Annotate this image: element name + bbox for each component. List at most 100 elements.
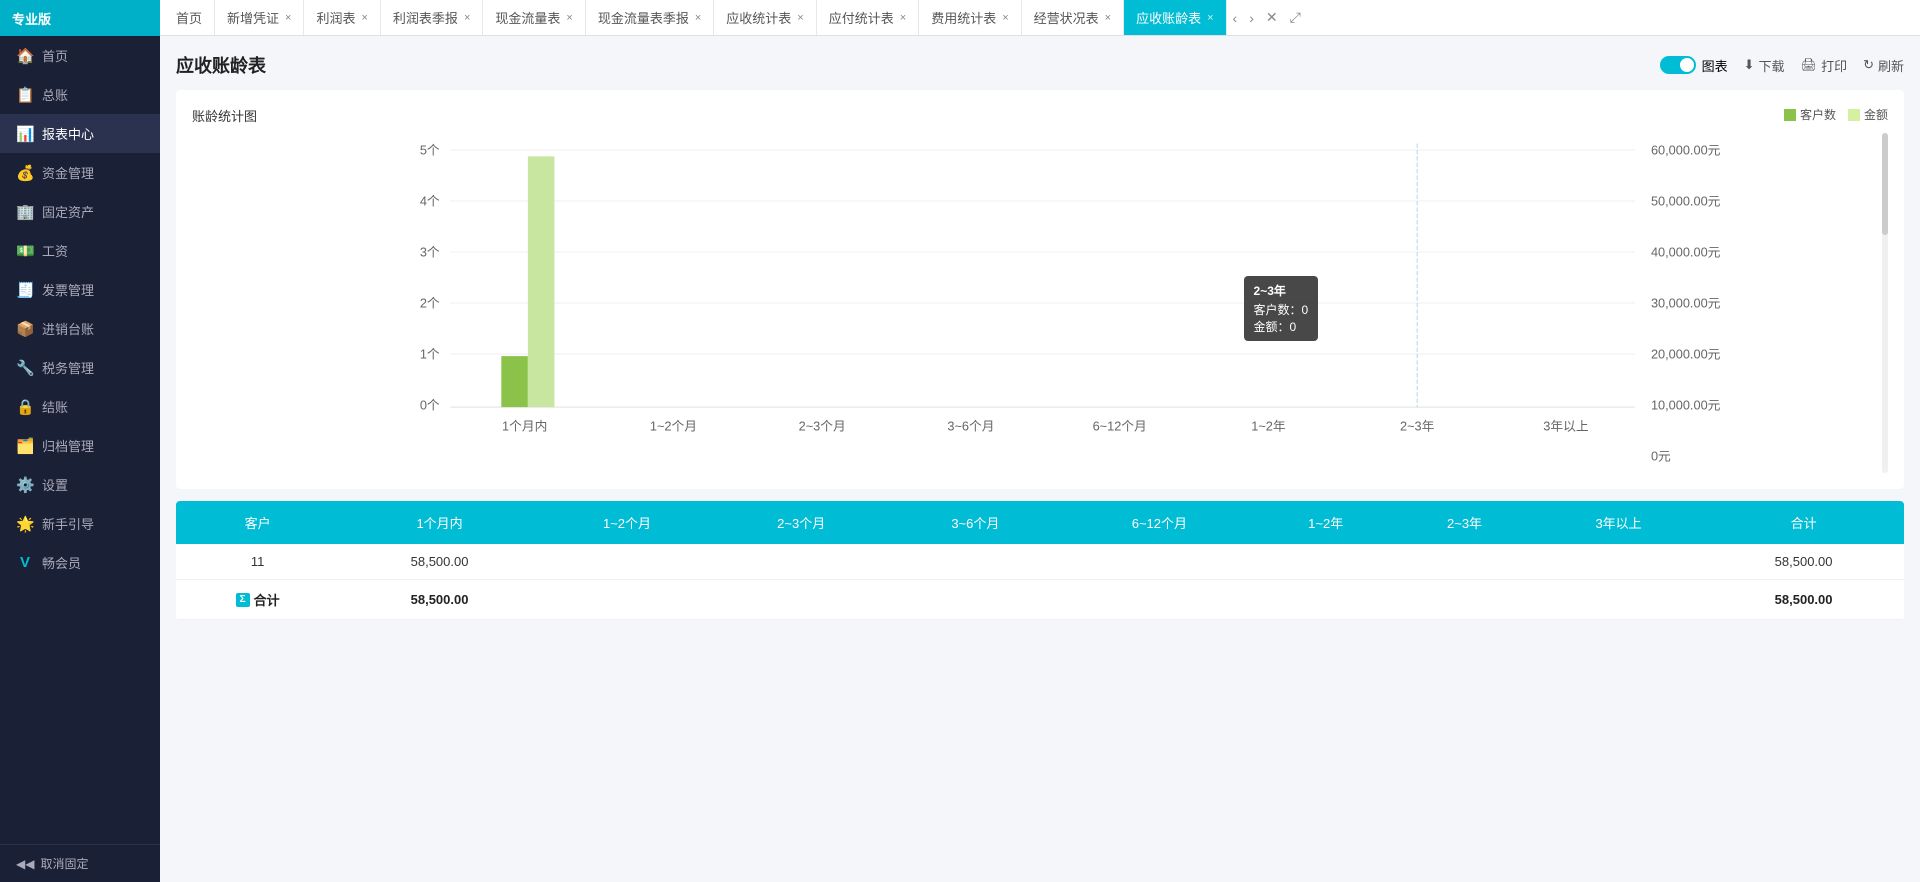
sidebar-item-invoice[interactable]: 🧾 发票管理 bbox=[0, 270, 160, 309]
chart-toggle-wrap: 图表 bbox=[1660, 56, 1728, 75]
sidebar-item-vip[interactable]: V 畅会员 bbox=[0, 543, 160, 582]
svg-text:2~3年: 2~3年 bbox=[1400, 419, 1435, 434]
tab-nav-next[interactable]: › bbox=[1243, 10, 1260, 26]
tab-close-ar-aging[interactable]: × bbox=[1207, 12, 1213, 24]
svg-text:4个: 4个 bbox=[420, 193, 440, 208]
tab-close-ap-stats[interactable]: × bbox=[900, 12, 906, 24]
cell-y3plus bbox=[1534, 544, 1703, 580]
cell-total-m1: 58,500.00 bbox=[339, 580, 540, 620]
tab-profit[interactable]: 利润表 × bbox=[304, 0, 380, 36]
svg-text:6~12个月: 6~12个月 bbox=[1093, 419, 1147, 434]
cell-total-y3plus bbox=[1534, 580, 1703, 620]
tab-home[interactable]: 首页 bbox=[164, 0, 215, 36]
page-header: 应收账龄表 图表 ⬇ 下载 🖨 打印 ↻ 刷新 bbox=[176, 52, 1904, 78]
cell-total-m12 bbox=[540, 580, 714, 620]
chart-scrollbar[interactable] bbox=[1882, 133, 1888, 473]
cell-y12 bbox=[1256, 544, 1395, 580]
sidebar-item-general-ledger[interactable]: 📋 总账 bbox=[0, 75, 160, 114]
tab-ar-stats[interactable]: 应收统计表 × bbox=[714, 0, 816, 36]
refresh-icon: ↻ bbox=[1863, 57, 1874, 73]
sidebar-item-fund-management[interactable]: 💰 资金管理 bbox=[0, 153, 160, 192]
col-header-y23: 2~3年 bbox=[1395, 501, 1534, 544]
table-header-row: 客户 1个月内 1~2个月 2~3个月 3~6个月 6~12个月 1~2年 2~… bbox=[176, 501, 1904, 544]
cell-total: 58,500.00 bbox=[1703, 544, 1904, 580]
sidebar-item-report-center[interactable]: 📊 报表中心 bbox=[0, 114, 160, 153]
tab-close-profit[interactable]: × bbox=[361, 12, 367, 24]
bar-customer-1 bbox=[501, 356, 528, 407]
cell-total-m612 bbox=[1062, 580, 1256, 620]
tab-cash-flow[interactable]: 现金流量表 × bbox=[483, 0, 585, 36]
tab-close-cash-flow[interactable]: × bbox=[566, 12, 572, 24]
chart-toggle-label: 图表 bbox=[1702, 56, 1728, 75]
sidebar-item-fixed-assets[interactable]: 🏢 固定资产 bbox=[0, 192, 160, 231]
chart-legend: 客户数 金额 bbox=[1784, 106, 1888, 123]
aging-table: 客户 1个月内 1~2个月 2~3个月 3~6个月 6~12个月 1~2年 2~… bbox=[176, 501, 1904, 620]
tab-ap-stats[interactable]: 应付统计表 × bbox=[817, 0, 919, 36]
chart-title: 账龄统计图 bbox=[192, 106, 1888, 125]
svg-text:10,000.00元: 10,000.00元 bbox=[1651, 397, 1721, 412]
sidebar-item-purchase-sales[interactable]: 📦 进销台账 bbox=[0, 309, 160, 348]
tab-cash-flow-quarterly[interactable]: 现金流量表季报 × bbox=[586, 0, 714, 36]
main-area: 首页 新增凭证 × 利润表 × 利润表季报 × 现金流量表 × 现金流量表季报 … bbox=[160, 0, 1920, 882]
fund-icon: 💰 bbox=[16, 164, 34, 182]
refresh-button[interactable]: ↻ 刷新 bbox=[1863, 56, 1904, 75]
col-header-m612: 6~12个月 bbox=[1062, 501, 1256, 544]
cell-y23 bbox=[1395, 544, 1534, 580]
pin-icon: ◀◀ bbox=[16, 857, 34, 871]
legend-amount: 金额 bbox=[1848, 106, 1888, 123]
tab-close-business-status[interactable]: × bbox=[1105, 12, 1111, 24]
tab-close-all-button[interactable]: ✕ bbox=[1260, 9, 1284, 26]
svg-text:0个: 0个 bbox=[420, 397, 440, 412]
tab-expense-stats[interactable]: 费用统计表 × bbox=[919, 0, 1021, 36]
sidebar-item-home[interactable]: 🏠 首页 bbox=[0, 36, 160, 75]
tab-close-cash-flow-quarterly[interactable]: × bbox=[695, 12, 701, 24]
col-header-total: 合计 bbox=[1703, 501, 1904, 544]
header-actions: 图表 ⬇ 下载 🖨 打印 ↻ 刷新 bbox=[1660, 56, 1904, 75]
tab-close-expense-stats[interactable]: × bbox=[1002, 12, 1008, 24]
tab-nav-prev[interactable]: ‹ bbox=[1227, 10, 1244, 26]
tab-expand-button[interactable]: ⤢ bbox=[1284, 9, 1307, 26]
invoice-icon: 🧾 bbox=[16, 281, 34, 299]
archive-icon: 🗂️ bbox=[16, 437, 34, 455]
col-header-m12: 1~2个月 bbox=[540, 501, 714, 544]
tab-ar-aging[interactable]: 应收账龄表 × bbox=[1124, 0, 1226, 36]
col-header-m23: 2~3个月 bbox=[714, 501, 888, 544]
tax-icon: 🔧 bbox=[16, 359, 34, 377]
cell-total-sum: 58,500.00 bbox=[1703, 580, 1904, 620]
svg-text:3个: 3个 bbox=[420, 244, 440, 259]
col-header-m1: 1个月内 bbox=[339, 501, 540, 544]
tab-new-voucher[interactable]: 新增凭证 × bbox=[215, 0, 304, 36]
svg-text:0元: 0元 bbox=[1651, 448, 1671, 463]
chart-toggle[interactable] bbox=[1660, 56, 1696, 74]
cell-m612 bbox=[1062, 544, 1256, 580]
chart-scrollbar-thumb[interactable] bbox=[1882, 133, 1888, 235]
print-icon: 🖨 bbox=[1801, 57, 1818, 73]
print-button[interactable]: 🖨 打印 bbox=[1801, 56, 1848, 75]
sidebar-item-tax[interactable]: 🔧 税务管理 bbox=[0, 348, 160, 387]
sidebar-item-guide[interactable]: 🌟 新手引导 bbox=[0, 504, 160, 543]
cell-m36 bbox=[888, 544, 1062, 580]
sidebar-item-closing[interactable]: 🔒 结账 bbox=[0, 387, 160, 426]
cell-m12 bbox=[540, 544, 714, 580]
table-row: 11 58,500.00 58,500.00 bbox=[176, 544, 1904, 580]
tab-close-ar-stats[interactable]: × bbox=[797, 12, 803, 24]
sidebar-toggle-pin[interactable]: ◀◀ 取消固定 bbox=[0, 844, 160, 882]
tab-profit-quarterly[interactable]: 利润表季报 × bbox=[381, 0, 483, 36]
download-button[interactable]: ⬇ 下载 bbox=[1744, 56, 1785, 75]
svg-text:1~2个月: 1~2个月 bbox=[650, 419, 697, 434]
legend-amount-color bbox=[1848, 109, 1860, 121]
table-total-row: Σ 合计 58,500.00 58,500.00 bbox=[176, 580, 1904, 620]
tab-close-profit-quarterly[interactable]: × bbox=[464, 12, 470, 24]
col-header-customer: 客户 bbox=[176, 501, 339, 544]
sidebar-item-settings[interactable]: ⚙️ 设置 bbox=[0, 465, 160, 504]
tab-business-status[interactable]: 经营状况表 × bbox=[1022, 0, 1124, 36]
sidebar-item-salary[interactable]: 💵 工资 bbox=[0, 231, 160, 270]
ledger-icon: 📋 bbox=[16, 86, 34, 104]
svg-text:5个: 5个 bbox=[420, 142, 440, 157]
purchase-icon: 📦 bbox=[16, 320, 34, 338]
sidebar-item-archive[interactable]: 🗂️ 归档管理 bbox=[0, 426, 160, 465]
cell-total-y12 bbox=[1256, 580, 1395, 620]
svg-text:60,000.00元: 60,000.00元 bbox=[1651, 142, 1721, 157]
tab-close-new-voucher[interactable]: × bbox=[285, 12, 291, 24]
total-icon: Σ bbox=[236, 593, 250, 607]
